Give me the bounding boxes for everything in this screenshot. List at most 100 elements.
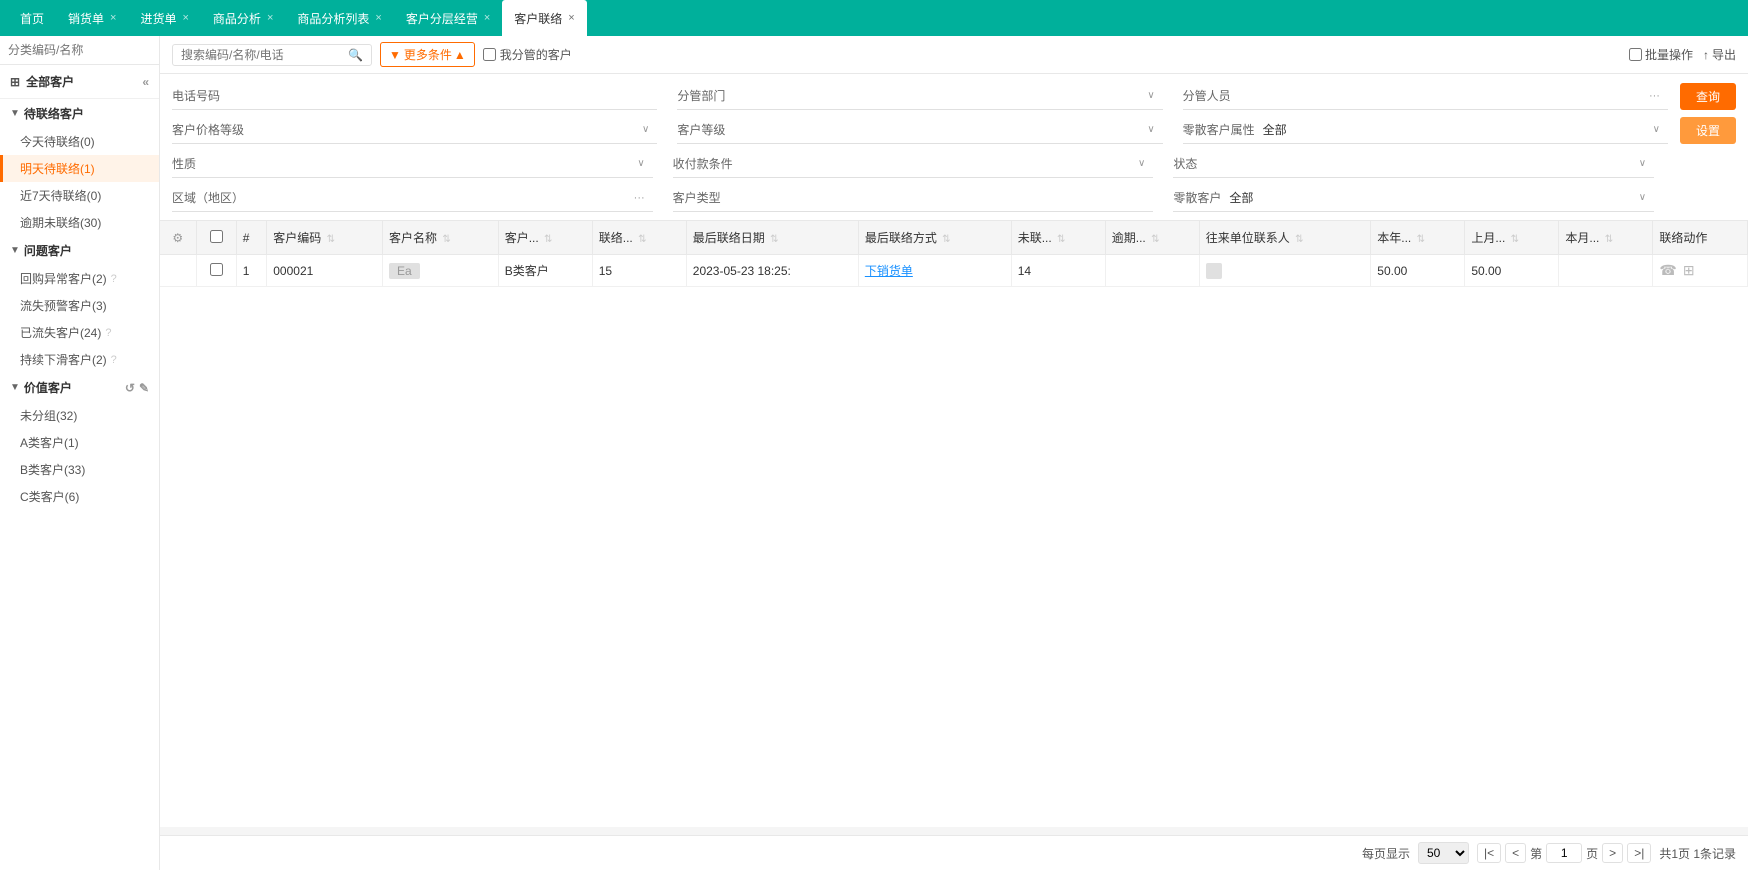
sidebar-item-churned[interactable]: 已流失客户(24) ? [0,319,159,346]
sidebar-item-class-c[interactable]: C类客户(6) [0,483,159,510]
row-name: Ea [382,255,498,287]
sidebar-search-input[interactable] [8,43,160,57]
col-contact[interactable]: 联络... ⇅ [592,221,686,255]
row-last-month: 50.00 [1465,255,1559,287]
sidebar-group-problem-customers[interactable]: ▼ 问题客户 [0,236,159,265]
next-page-button[interactable]: > [1602,843,1623,863]
contact-way-link[interactable]: 下销货单 [865,264,913,278]
sidebar-item-declining[interactable]: 持续下滑客户(2) ? [0,346,159,373]
col-name[interactable]: 客户名称 ⇅ [382,221,498,255]
close-customer-layered-icon[interactable]: × [484,12,490,24]
sort-overdue-icon: ⇅ [1151,234,1159,245]
col-unit-contact[interactable]: 往来单位联系人 ⇅ [1199,221,1370,255]
col-this-month[interactable]: 本月... ⇅ [1559,221,1653,255]
filter-customer-level[interactable]: 客户等级 ∨ [677,116,1162,144]
nav-product-analysis[interactable]: 商品分析 × [201,0,285,36]
col-gear[interactable]: ⚙ [160,221,196,255]
filter-panel: 电话号码 分管部门 ∨ 分管人员 ··· 查询 [160,74,1748,221]
nav-customer-layered[interactable]: 客户分层经营 × [394,0,502,36]
search-input[interactable] [181,48,348,62]
filter-dept[interactable]: 分管部门 ∨ [677,82,1162,110]
per-page-select[interactable]: 50 100 200 [1418,842,1469,864]
filter-payment-terms[interactable]: 收付款条件 ∨ [673,150,1154,178]
close-product-analysis-icon[interactable]: × [267,12,273,24]
horizontal-scrollbar[interactable] [160,827,1748,835]
prev-page-button[interactable]: < [1505,843,1526,863]
sort-year-icon: ⇅ [1417,234,1425,245]
my-customers-checkbox[interactable] [483,48,496,61]
close-sales-order-icon[interactable]: × [110,12,116,24]
col-type[interactable]: 客户... ⇅ [498,221,592,255]
col-not-contacted[interactable]: 未联... ⇅ [1011,221,1105,255]
page-input[interactable] [1546,843,1582,863]
sidebar-all-customers[interactable]: ⊞ 全部客户 « [0,65,159,99]
nav-sales-order[interactable]: 销货单 × [56,0,128,36]
nav-customer-contact[interactable]: 客户联络 × [502,0,586,36]
filter-manager[interactable]: 分管人员 ··· [1183,82,1668,110]
action-grid-icon[interactable]: ⊞ [1683,262,1695,279]
region-more-icon: ··· [634,192,645,204]
sidebar-item-tomorrow-contact[interactable]: 明天待联络(1) [0,155,159,182]
nav-purchase-order[interactable]: 进货单 × [128,0,200,36]
more-conditions-button[interactable]: ▼ 更多条件 ▲ [380,42,475,67]
refresh-icon[interactable]: ↺ [125,381,135,395]
nav-home[interactable]: 首页 [8,0,56,36]
retail-attr-dropdown-icon: ∨ [1653,124,1660,135]
action-phone-icon[interactable]: ☎ [1659,262,1676,279]
total-label: 共1页 1条记录 [1659,845,1736,862]
reset-button[interactable]: 设置 [1680,117,1736,144]
last-page-button[interactable]: >| [1627,843,1651,863]
sidebar-item-class-a[interactable]: A类客户(1) [0,429,159,456]
col-overdue[interactable]: 逾期... ⇅ [1105,221,1199,255]
filter-price-level[interactable]: 客户价格等级 ∨ [172,116,657,144]
filter-status[interactable]: 状态 ∨ [1173,150,1654,178]
sidebar-group-value-customers[interactable]: ▼ 价值客户 ↺ ✎ [0,373,159,402]
sort-nc-icon: ⇅ [1057,234,1065,245]
sidebar-group-pending-contact[interactable]: ▼ 待联络客户 [0,99,159,128]
filter-retail-attr[interactable]: 零散客户属性 全部 ∨ [1183,116,1668,144]
close-customer-contact-icon[interactable]: × [568,12,574,24]
row-code: 000021 [267,255,383,287]
batch-op-button[interactable]: 批量操作 [1629,46,1693,63]
sidebar-item-repurchase-abnormal[interactable]: 回购异常客户(2) ? [0,265,159,292]
filter-retail-customer[interactable]: 零散客户 全部 ∨ [1173,184,1654,212]
content-area: 🔍 ▼ 更多条件 ▲ 我分管的客户 批量操作 ↑ 导出 [160,36,1748,870]
first-page-button[interactable]: |< [1477,843,1501,863]
row-unit-contact [1199,255,1370,287]
sidebar-item-overdue-contact[interactable]: 逾期未联络(30) [0,209,159,236]
sidebar-item-churn-warning[interactable]: 流失预警客户(3) [0,292,159,319]
col-last-month[interactable]: 上月... ⇅ [1465,221,1559,255]
sidebar-item-today-contact[interactable]: 今天待联络(0) [0,128,159,155]
row-checkbox-cell [196,255,236,287]
sidebar-item-class-b[interactable]: B类客户(33) [0,456,159,483]
edit-icon[interactable]: ✎ [139,381,149,395]
col-last-contact-date[interactable]: 最后联络日期 ⇅ [686,221,858,255]
close-product-analysis-list-icon[interactable]: × [375,12,381,24]
row-checkbox[interactable] [210,263,223,276]
price-level-dropdown-icon: ∨ [642,124,649,135]
sidebar-item-ungrouped[interactable]: 未分组(32) [0,402,159,429]
sidebar-item-7days-contact[interactable]: 近7天待联络(0) [0,182,159,209]
sort-contact-icon: ⇅ [638,234,646,245]
nav-product-analysis-list[interactable]: 商品分析列表 × [285,0,393,36]
my-customers-checkbox-wrap[interactable]: 我分管的客户 [483,46,572,63]
collapse-icon[interactable]: « [142,75,149,89]
arrow-down-icon: ▼ [10,108,20,119]
toolbar: 🔍 ▼ 更多条件 ▲ 我分管的客户 批量操作 ↑ 导出 [160,36,1748,74]
export-icon: ↑ [1703,48,1709,62]
col-this-year[interactable]: 本年... ⇅ [1371,221,1465,255]
col-last-contact-way[interactable]: 最后联络方式 ⇅ [858,221,1011,255]
payment-terms-dropdown-icon: ∨ [1138,158,1145,169]
help-icon-3: ? [111,354,117,366]
close-purchase-order-icon[interactable]: × [182,12,188,24]
filter-nature[interactable]: 性质 ∨ [172,150,653,178]
filter-region[interactable]: 区域（地区） ··· [172,184,653,212]
query-button[interactable]: 查询 [1680,83,1736,110]
col-no: # [236,221,266,255]
filter-customer-type[interactable]: 客户类型 [673,184,1154,212]
select-all-checkbox[interactable] [210,230,223,243]
export-button[interactable]: ↑ 导出 [1703,46,1736,63]
search-button[interactable]: 🔍 [348,48,363,62]
batch-op-checkbox[interactable] [1629,48,1642,61]
col-code[interactable]: 客户编码 ⇅ [267,221,383,255]
